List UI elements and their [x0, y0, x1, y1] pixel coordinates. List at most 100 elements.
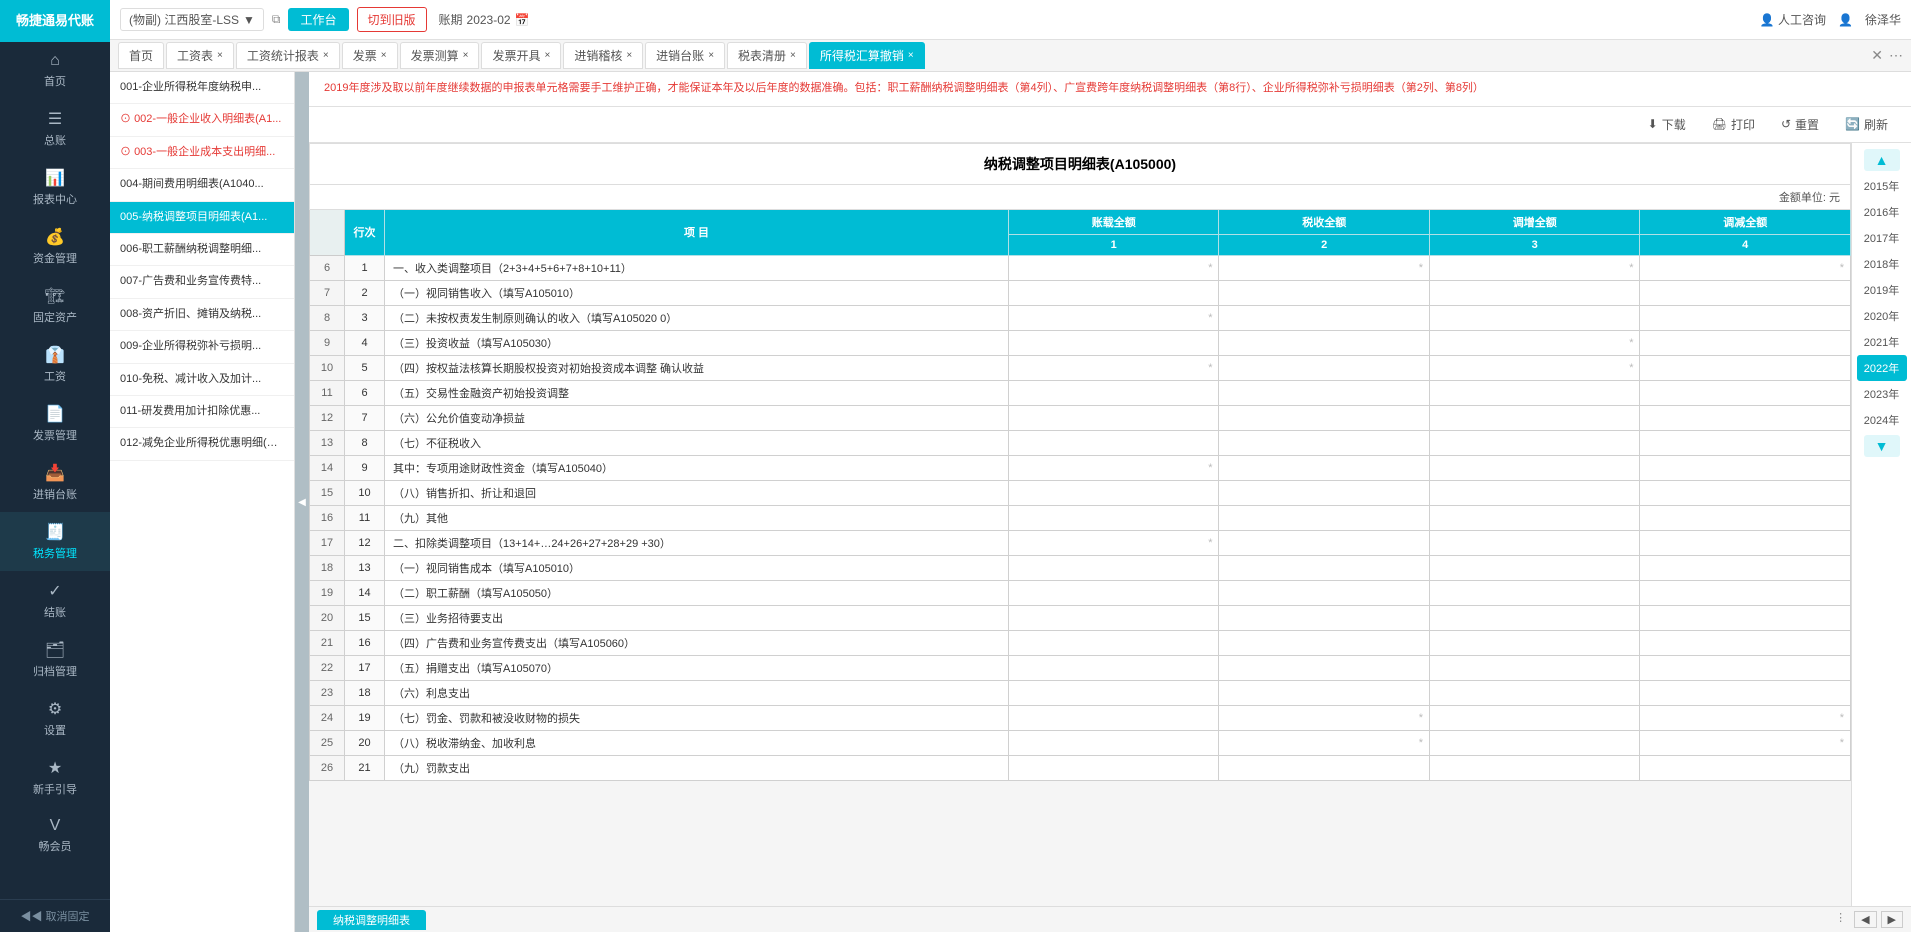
cell-col2[interactable]: [1219, 355, 1430, 380]
cell-col3[interactable]: [1429, 580, 1640, 605]
tab-invoice[interactable]: 发票 ×: [342, 42, 398, 69]
cell-project[interactable]: （八）销售折扣、折让和退回: [385, 480, 1009, 505]
cell-col3[interactable]: [1429, 505, 1640, 530]
tab-purchase-ledger[interactable]: 进销台账 ×: [645, 42, 725, 69]
tab-close-icon[interactable]: ×: [217, 50, 223, 61]
cell-col1[interactable]: [1008, 280, 1219, 305]
copy-icon[interactable]: ⧉: [272, 12, 281, 27]
sidebar-item-salary[interactable]: 👔 工资: [0, 335, 110, 394]
refresh-button[interactable]: 🔄 刷新: [1837, 113, 1896, 136]
cell-col4[interactable]: [1640, 380, 1851, 405]
year-item[interactable]: 2018年: [1857, 251, 1907, 277]
left-panel-item-3[interactable]: 003-一般企业成本支出明细...: [110, 137, 294, 169]
cell-col3[interactable]: [1429, 305, 1640, 330]
cell-col3[interactable]: *: [1429, 330, 1640, 355]
tab-close-icon[interactable]: ×: [790, 50, 796, 61]
cell-col3[interactable]: [1429, 455, 1640, 480]
sidebar-item-ledger[interactable]: ☰ 总账: [0, 99, 110, 158]
tab-close-icon[interactable]: ×: [544, 50, 550, 61]
tab-home[interactable]: 首页: [118, 42, 164, 69]
left-panel-item-2[interactable]: 002-一般企业收入明细表(A1...: [110, 104, 294, 136]
switch-version-button[interactable]: 切到旧版: [357, 7, 427, 32]
cell-col1[interactable]: [1008, 630, 1219, 655]
nav-right-button[interactable]: ▶: [1881, 911, 1903, 928]
cell-project[interactable]: （九）罚款支出: [385, 755, 1009, 780]
left-panel-item-1[interactable]: 001-企业所得税年度纳税申...: [110, 72, 294, 104]
tab-close-icon[interactable]: ×: [626, 50, 632, 61]
cell-col1[interactable]: [1008, 580, 1219, 605]
tab-tax-clear[interactable]: 税表清册 ×: [727, 42, 807, 69]
workbench-button[interactable]: 工作台: [288, 8, 348, 31]
cell-col3[interactable]: *: [1429, 355, 1640, 380]
cell-project[interactable]: 二、扣除类调整项目（13+14+…24+26+27+28+29 +30）: [385, 530, 1009, 555]
collapse-panel-button[interactable]: ◀: [295, 72, 309, 932]
year-up-button[interactable]: ▲: [1864, 149, 1900, 171]
tab-invoice-open[interactable]: 发票开具 ×: [481, 42, 561, 69]
cell-project[interactable]: （七）罚金、罚款和被没收财物的损失: [385, 705, 1009, 730]
tab-purchase-check[interactable]: 进销稽核 ×: [563, 42, 643, 69]
sidebar-item-finance[interactable]: 💰 资金管理: [0, 217, 110, 276]
cell-col4[interactable]: [1640, 755, 1851, 780]
tab-close-icon[interactable]: ×: [908, 50, 914, 61]
cell-project[interactable]: （一）视同销售成本（填写A105010）: [385, 555, 1009, 580]
cell-col3[interactable]: [1429, 655, 1640, 680]
cell-col2[interactable]: [1219, 755, 1430, 780]
tab-settings-button[interactable]: ⋯: [1889, 47, 1903, 64]
cell-col3[interactable]: [1429, 555, 1640, 580]
cell-col2[interactable]: [1219, 630, 1430, 655]
cell-col3[interactable]: [1429, 480, 1640, 505]
download-button[interactable]: ⬇ 下载: [1640, 113, 1694, 136]
year-item[interactable]: 2016年: [1857, 199, 1907, 225]
cell-col4[interactable]: [1640, 555, 1851, 580]
nav-left-button[interactable]: ◀: [1854, 911, 1876, 928]
left-panel-item-9[interactable]: 009-企业所得税弥补亏损明...: [110, 331, 294, 363]
cell-col1[interactable]: [1008, 405, 1219, 430]
cell-col1[interactable]: [1008, 430, 1219, 455]
cell-col4[interactable]: [1640, 630, 1851, 655]
cell-col1[interactable]: [1008, 505, 1219, 530]
tab-close-icon[interactable]: ×: [708, 50, 714, 61]
cell-project[interactable]: （二）未按权责发生制原则确认的收入（填写A105020 0）: [385, 305, 1009, 330]
cell-col2[interactable]: [1219, 555, 1430, 580]
left-panel-item-8[interactable]: 008-资产折旧、摊销及纳税...: [110, 299, 294, 331]
sidebar-item-purchase[interactable]: 📥 进销台账: [0, 453, 110, 512]
cell-col3[interactable]: [1429, 730, 1640, 755]
cell-col2[interactable]: [1219, 455, 1430, 480]
cell-col2[interactable]: [1219, 580, 1430, 605]
cell-col1[interactable]: [1008, 755, 1219, 780]
cell-col2[interactable]: [1219, 505, 1430, 530]
cell-col4[interactable]: [1640, 605, 1851, 630]
cell-col2[interactable]: [1219, 330, 1430, 355]
cell-project[interactable]: （二）职工薪酬（填写A105050）: [385, 580, 1009, 605]
sidebar-item-vip[interactable]: V 畅会员: [0, 807, 110, 864]
sidebar-item-home[interactable]: ⌂ 首页: [0, 42, 110, 99]
cell-project[interactable]: （八）税收滞纳金、加收利息: [385, 730, 1009, 755]
sidebar-item-tax[interactable]: 🧾 税务管理: [0, 512, 110, 571]
cell-project[interactable]: （五）捐赠支出（填写A105070）: [385, 655, 1009, 680]
cell-col1[interactable]: *: [1008, 355, 1219, 380]
cell-col4[interactable]: [1640, 455, 1851, 480]
cell-col1[interactable]: *: [1008, 305, 1219, 330]
year-item[interactable]: 2020年: [1857, 303, 1907, 329]
unpin-button[interactable]: ◀◀ 取消固定: [0, 899, 110, 932]
print-button[interactable]: 🖨 打印: [1704, 113, 1763, 136]
left-panel-item-12[interactable]: 012-减免企业所得税优惠明细(…: [110, 428, 294, 460]
left-panel-item-7[interactable]: 007-广告费和业务宣传费特...: [110, 266, 294, 298]
cell-col2[interactable]: [1219, 605, 1430, 630]
cell-col2[interactable]: [1219, 680, 1430, 705]
cell-project[interactable]: 其中：专项用途财政性资金（填写A105040）: [385, 455, 1009, 480]
cell-col4[interactable]: *: [1640, 730, 1851, 755]
year-item[interactable]: 2017年: [1857, 225, 1907, 251]
user-avatar[interactable]: 👤: [1838, 13, 1853, 27]
cell-col4[interactable]: [1640, 480, 1851, 505]
cell-col2[interactable]: [1219, 480, 1430, 505]
year-item[interactable]: 2024年: [1857, 407, 1907, 433]
sidebar-item-report[interactable]: 📊 报表中心: [0, 158, 110, 217]
cell-col3[interactable]: [1429, 680, 1640, 705]
cell-col3[interactable]: [1429, 380, 1640, 405]
cell-project[interactable]: （六）利息支出: [385, 680, 1009, 705]
cell-project[interactable]: （五）交易性金融资产初始投资调整: [385, 380, 1009, 405]
cell-project[interactable]: （三）投资收益（填写A105030）: [385, 330, 1009, 355]
tab-close-icon[interactable]: ×: [381, 50, 387, 61]
cell-col4[interactable]: [1640, 655, 1851, 680]
